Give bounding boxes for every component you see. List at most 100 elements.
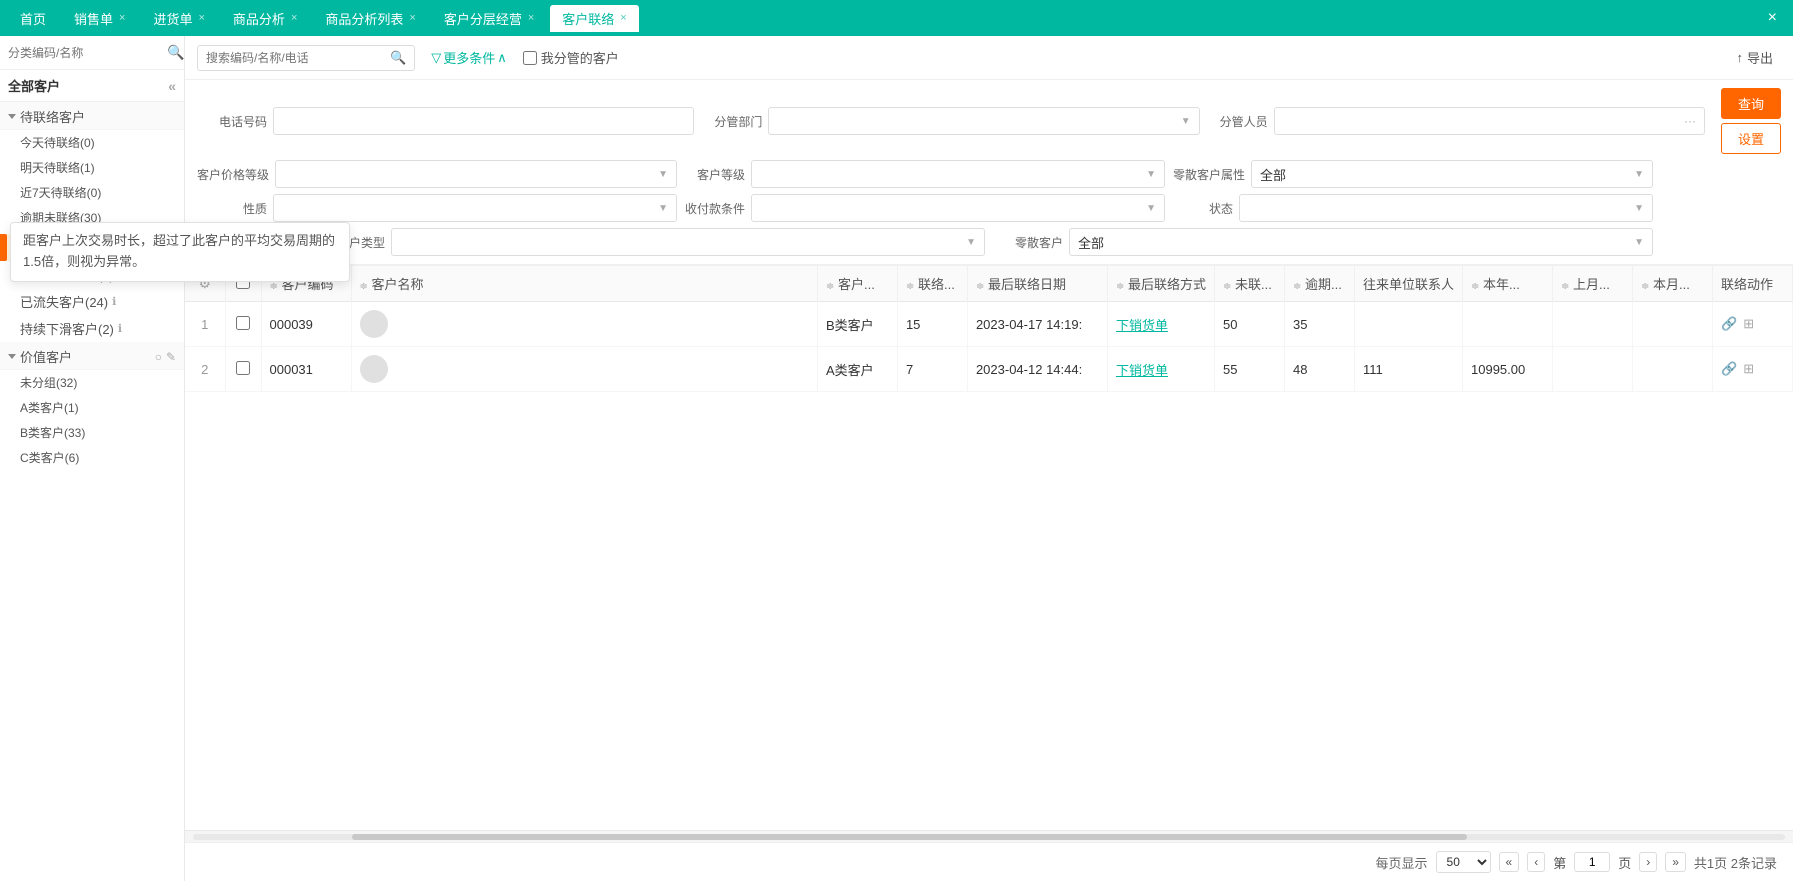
sidebar-item-tomorrow[interactable]: 明天待联络(1) (0, 155, 184, 180)
close-sales-tab[interactable]: × (119, 12, 125, 24)
sidebar-item-b-class[interactable]: B类客户(33) (0, 420, 184, 445)
filter-row-1: 电话号码 分管部门 ▼ 分管人员 ··· (197, 88, 1781, 154)
horizontal-scrollbar[interactable] (185, 830, 1793, 842)
nav-tab-analysis-list[interactable]: 商品分析列表 × (313, 5, 427, 32)
more-conditions-button[interactable]: ▽ 更多条件 ∧ (423, 44, 515, 71)
filter-bar: 🔍 ▽ 更多条件 ∧ 我分管的客户 ↑ 导出 (185, 36, 1793, 80)
sidebar-item-today[interactable]: 今天待联络(0) (0, 130, 184, 155)
nav-tab-sales[interactable]: 销售单 × (62, 5, 137, 32)
scrollbar-thumb[interactable] (352, 834, 1466, 840)
last-page-button[interactable]: » (1665, 852, 1686, 872)
table-row: 1 000039 B类客户 15 2023-04-17 14:19: 下销货单 … (185, 302, 1793, 347)
phone-input[interactable] (273, 107, 694, 135)
last-method-link-0[interactable]: 下销货单 (1116, 318, 1168, 333)
dept-select[interactable]: ▼ (768, 107, 1199, 135)
scrollbar-track (193, 834, 1785, 840)
price-level-select[interactable]: ▼ (275, 160, 677, 188)
cell-action-1: 🔗 ⊞ (1713, 347, 1793, 392)
action-more-icon-1[interactable]: ⊞ (1743, 361, 1754, 377)
sidebar-item-declining[interactable]: 持续下滑客户(2) ℹ (0, 315, 184, 342)
nav-tab-analysis[interactable]: 商品分析 × (221, 5, 309, 32)
scatter-attr-label: 零散客户属性 (1173, 166, 1245, 183)
action-link-icon-1[interactable]: 🔗 (1721, 361, 1737, 377)
filter-field-payment: 收付款条件 ▼ (685, 194, 1165, 222)
cell-method-1: 下销货单 (1107, 347, 1214, 392)
sidebar-item-c-class[interactable]: C类客户(6) (0, 445, 184, 470)
page-input[interactable] (1574, 852, 1610, 872)
nav-tab-customer-contact[interactable]: 客户联络 × (550, 5, 638, 32)
payment-select[interactable]: ▼ (751, 194, 1165, 222)
my-customers-checkbox[interactable] (523, 51, 537, 65)
value-edit-icon[interactable]: ✎ (166, 350, 176, 364)
sort-icon-level: ≑ (826, 281, 834, 292)
query-button[interactable]: 查询 (1721, 88, 1781, 119)
sort-icon-lastmonth: ≑ (1561, 281, 1569, 292)
settings-button[interactable]: 设置 (1721, 123, 1781, 154)
sidebar-search-input[interactable] (8, 46, 163, 60)
main-layout: 🔍 全部客户 « 待联络客户 今天待联络(0) 明天待联络(1) 近7天待联络(… (0, 36, 1793, 881)
price-level-label: 客户价格等级 (197, 166, 269, 183)
action-buttons: 查询 设置 (1721, 88, 1781, 154)
cell-unlinked-1: 55 (1214, 347, 1284, 392)
per-page-select[interactable]: 50 100 200 (1436, 851, 1491, 873)
close-customer-tier-tab[interactable]: × (528, 12, 534, 24)
value-customer-header[interactable]: 价值客户 ○ ✎ (0, 342, 184, 370)
sort-icon-overdue: ≑ (1293, 281, 1301, 292)
status-select[interactable]: ▼ (1239, 194, 1653, 222)
lost-info-icon[interactable]: ℹ (112, 295, 116, 308)
person-select[interactable]: ··· (1274, 107, 1705, 135)
nav-tab-customer-tier[interactable]: 客户分层经营 × (432, 5, 546, 32)
sidebar-item-7days[interactable]: 近7天待联络(0) (0, 180, 184, 205)
sidebar-collapse-icon[interactable]: « (168, 78, 176, 94)
close-analysis-list-tab[interactable]: × (409, 12, 415, 24)
row-checkbox-0[interactable] (236, 316, 250, 330)
action-more-icon-0[interactable]: ⊞ (1743, 316, 1754, 332)
pending-contact-header[interactable]: 待联络客户 (0, 102, 184, 130)
next-page-button[interactable]: › (1639, 852, 1657, 872)
all-customers-label: 全部客户 (8, 76, 60, 95)
pagination-bar: 每页显示 50 100 200 « ‹ 第 页 › » 共1页 2条记录 (185, 842, 1793, 881)
close-customer-contact-tab[interactable]: × (620, 12, 626, 24)
row-checkbox-1[interactable] (236, 361, 250, 375)
cell-unlinked-0: 50 (1214, 302, 1284, 347)
nav-tab-home[interactable]: 首页 (8, 5, 58, 32)
action-link-icon-0[interactable]: 🔗 (1721, 316, 1737, 332)
close-purchase-tab[interactable]: × (198, 12, 204, 24)
nature-select[interactable]: ▼ (273, 194, 677, 222)
top-navigation: 首页 销售单 × 进货单 × 商品分析 × 商品分析列表 × 客户分层经营 × … (0, 0, 1793, 36)
scatter-attr-select[interactable]: 全部 ▼ (1251, 160, 1653, 188)
person-dots[interactable]: ··· (1684, 114, 1696, 128)
filter-field-status: 状态 ▼ (1173, 194, 1653, 222)
cell-level-0: B类客户 (817, 302, 897, 347)
filter-field-dept: 分管部门 ▼ (702, 107, 1199, 135)
sort-icon-method: ≑ (1116, 281, 1124, 292)
filter-search-input[interactable] (206, 51, 386, 65)
filter-search-icon[interactable]: 🔍 (390, 50, 406, 66)
close-analysis-tab[interactable]: × (291, 12, 297, 24)
cust-type-arrow: ▼ (966, 237, 976, 248)
sidebar-item-a-class[interactable]: A类客户(1) (0, 395, 184, 420)
pending-expand-icon (8, 114, 16, 119)
first-page-button[interactable]: « (1499, 852, 1520, 872)
repurchase-tooltip: 距客户上次交易时长，超过了此客户的平均交易周期的1.5倍，则视为异常。 (10, 222, 350, 282)
prev-page-button[interactable]: ‹ (1527, 852, 1545, 872)
cell-company-0 (1354, 302, 1462, 347)
filter-field-nature: 性质 ▼ (197, 194, 677, 222)
close-all-button[interactable]: × (1760, 9, 1785, 27)
sidebar-item-lost[interactable]: 已流失客户(24) ℹ (0, 288, 184, 315)
cell-name-1 (351, 347, 817, 392)
cust-level-select[interactable]: ▼ (751, 160, 1165, 188)
value-settings-icon[interactable]: ○ (155, 350, 162, 364)
sidebar-item-ungrouped[interactable]: 未分组(32) (0, 370, 184, 395)
value-customer-group: 价值客户 ○ ✎ 未分组(32) A类客户(1) B类客户(33) C类客户(6… (0, 342, 184, 470)
th-action: 联络动作 (1713, 266, 1793, 302)
filter-row-2: 客户价格等级 ▼ 客户等级 ▼ 零散客户属性 (197, 160, 1781, 188)
cust-type-select[interactable]: ▼ (391, 228, 985, 256)
scatter-cust-select[interactable]: 全部 ▼ (1069, 228, 1653, 256)
last-method-link-1[interactable]: 下销货单 (1116, 363, 1168, 378)
export-button[interactable]: ↑ 导出 (1728, 44, 1781, 71)
declining-info-icon[interactable]: ℹ (118, 322, 122, 335)
nav-tab-purchase[interactable]: 进货单 × (141, 5, 216, 32)
cell-lastmonth-1 (1553, 347, 1633, 392)
scatter-cust-label: 零散客户 (993, 234, 1063, 251)
